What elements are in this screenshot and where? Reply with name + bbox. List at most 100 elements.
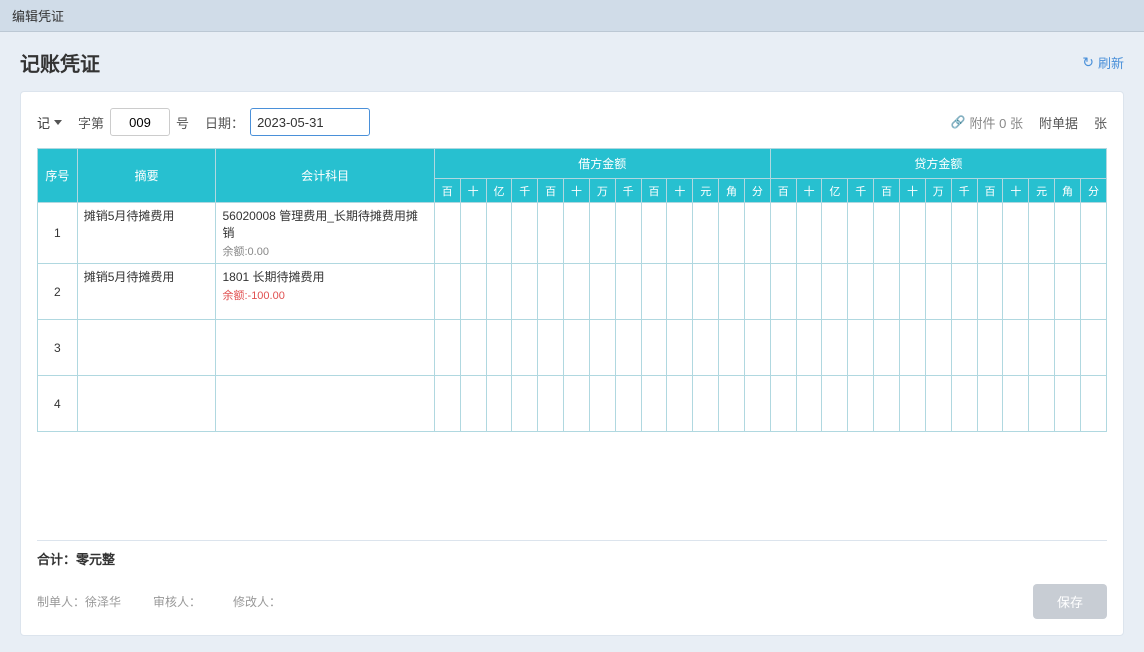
debit-digit-6[interactable] [564, 264, 590, 320]
debit-digit-3[interactable] [486, 320, 512, 376]
debit-digit-9[interactable] [641, 203, 667, 264]
credit-digit-11[interactable] [1029, 203, 1055, 264]
account-cell[interactable]: 1801 长期待摊费用余额:-100.00 [216, 264, 434, 320]
credit-digit-8[interactable] [951, 320, 977, 376]
credit-digit-2[interactable] [796, 376, 822, 432]
debit-digit-6[interactable] [564, 203, 590, 264]
credit-digit-3[interactable] [822, 264, 848, 320]
debit-digit-12[interactable] [719, 264, 745, 320]
summary-cell[interactable] [77, 376, 216, 432]
credit-digit-2[interactable] [796, 320, 822, 376]
account-cell[interactable] [216, 376, 434, 432]
credit-digit-10[interactable] [1003, 320, 1029, 376]
debit-digit-2[interactable] [460, 376, 486, 432]
debit-digit-13[interactable] [744, 264, 770, 320]
debit-digit-2[interactable] [460, 320, 486, 376]
credit-digit-11[interactable] [1029, 320, 1055, 376]
debit-digit-3[interactable] [486, 376, 512, 432]
credit-digit-11[interactable] [1029, 264, 1055, 320]
credit-digit-7[interactable] [925, 203, 951, 264]
credit-digit-7[interactable] [925, 264, 951, 320]
credit-digit-9[interactable] [977, 203, 1003, 264]
credit-digit-6[interactable] [900, 203, 926, 264]
debit-digit-7[interactable] [589, 320, 615, 376]
attachment-link[interactable]: 🔗 附件 0 张 [951, 113, 1023, 132]
debit-digit-3[interactable] [486, 203, 512, 264]
debit-digit-5[interactable] [538, 376, 564, 432]
credit-digit-10[interactable] [1003, 376, 1029, 432]
debit-digit-4[interactable] [512, 264, 538, 320]
debit-digit-4[interactable] [512, 376, 538, 432]
credit-digit-10[interactable] [1003, 203, 1029, 264]
debit-digit-1[interactable] [434, 320, 460, 376]
table-row[interactable]: 3 [38, 320, 1107, 376]
debit-digit-4[interactable] [512, 320, 538, 376]
credit-digit-13[interactable] [1080, 203, 1106, 264]
credit-digit-4[interactable] [848, 264, 874, 320]
credit-digit-6[interactable] [900, 376, 926, 432]
credit-digit-6[interactable] [900, 320, 926, 376]
debit-digit-8[interactable] [615, 203, 641, 264]
debit-digit-12[interactable] [719, 203, 745, 264]
type-selector[interactable]: 记 [37, 113, 62, 132]
debit-digit-5[interactable] [538, 203, 564, 264]
debit-digit-11[interactable] [693, 203, 719, 264]
credit-digit-6[interactable] [900, 264, 926, 320]
debit-digit-10[interactable] [667, 264, 693, 320]
credit-digit-11[interactable] [1029, 376, 1055, 432]
date-input[interactable] [250, 108, 370, 136]
debit-digit-1[interactable] [434, 376, 460, 432]
credit-digit-7[interactable] [925, 376, 951, 432]
summary-cell[interactable] [77, 320, 216, 376]
debit-digit-10[interactable] [667, 376, 693, 432]
debit-digit-10[interactable] [667, 320, 693, 376]
credit-digit-5[interactable] [874, 320, 900, 376]
debit-digit-9[interactable] [641, 320, 667, 376]
debit-digit-8[interactable] [615, 320, 641, 376]
debit-digit-8[interactable] [615, 264, 641, 320]
table-row[interactable]: 4 [38, 376, 1107, 432]
debit-digit-10[interactable] [667, 203, 693, 264]
credit-digit-13[interactable] [1080, 320, 1106, 376]
credit-digit-10[interactable] [1003, 264, 1029, 320]
debit-digit-13[interactable] [744, 203, 770, 264]
credit-digit-3[interactable] [822, 320, 848, 376]
table-row[interactable]: 1摊销5月待摊费用56020008 管理费用_长期待摊费用摊销余额:0.00 [38, 203, 1107, 264]
credit-digit-5[interactable] [874, 203, 900, 264]
debit-digit-13[interactable] [744, 320, 770, 376]
credit-digit-8[interactable] [951, 264, 977, 320]
credit-digit-9[interactable] [977, 264, 1003, 320]
credit-digit-1[interactable] [770, 376, 796, 432]
debit-digit-5[interactable] [538, 320, 564, 376]
debit-digit-2[interactable] [460, 203, 486, 264]
number-input[interactable] [110, 108, 170, 136]
credit-digit-3[interactable] [822, 376, 848, 432]
credit-digit-13[interactable] [1080, 376, 1106, 432]
summary-cell[interactable]: 摊销5月待摊费用 [77, 203, 216, 264]
credit-digit-13[interactable] [1080, 264, 1106, 320]
debit-digit-7[interactable] [589, 203, 615, 264]
account-cell[interactable] [216, 320, 434, 376]
credit-digit-7[interactable] [925, 320, 951, 376]
debit-digit-7[interactable] [589, 264, 615, 320]
credit-digit-12[interactable] [1055, 203, 1081, 264]
debit-digit-12[interactable] [719, 376, 745, 432]
credit-digit-9[interactable] [977, 376, 1003, 432]
credit-digit-2[interactable] [796, 203, 822, 264]
debit-digit-1[interactable] [434, 203, 460, 264]
credit-digit-1[interactable] [770, 320, 796, 376]
credit-digit-8[interactable] [951, 376, 977, 432]
debit-digit-12[interactable] [719, 320, 745, 376]
debit-digit-4[interactable] [512, 203, 538, 264]
credit-digit-1[interactable] [770, 264, 796, 320]
credit-digit-12[interactable] [1055, 376, 1081, 432]
refresh-button[interactable]: ↻ 刷新 [1082, 53, 1124, 72]
credit-digit-9[interactable] [977, 320, 1003, 376]
debit-digit-13[interactable] [744, 376, 770, 432]
credit-digit-5[interactable] [874, 376, 900, 432]
debit-digit-1[interactable] [434, 264, 460, 320]
debit-digit-3[interactable] [486, 264, 512, 320]
credit-digit-4[interactable] [848, 203, 874, 264]
credit-digit-8[interactable] [951, 203, 977, 264]
credit-digit-1[interactable] [770, 203, 796, 264]
